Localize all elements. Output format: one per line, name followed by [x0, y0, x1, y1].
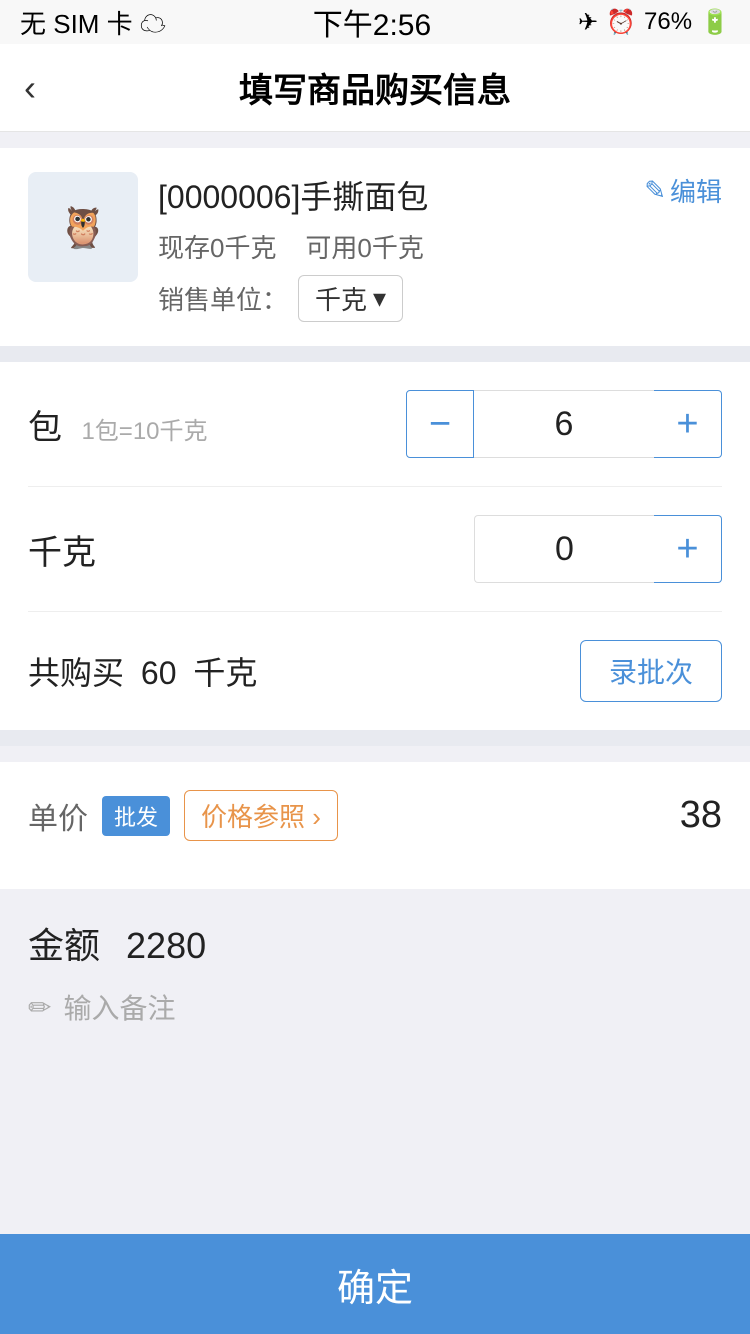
bao-minus-button[interactable]: −: [406, 390, 474, 458]
product-name: [0000006]手撕面包: [158, 172, 428, 218]
summary-text: 共购买 60 千克: [28, 648, 257, 694]
edit-icon: ✎: [644, 175, 666, 206]
quantity-section: 包 1包=10千克 − + 千克 +: [0, 362, 750, 612]
edit-button[interactable]: ✎ 编辑: [644, 172, 722, 209]
status-right: ✈ ⏰ 76% 🔋: [578, 8, 730, 37]
status-bar: 无 SIM 卡 ☁ 下午2:56 ✈ ⏰ 76% 🔋: [0, 0, 750, 44]
status-carrier: 无 SIM 卡 ☁: [20, 4, 166, 41]
chevron-down-icon: ▾: [373, 283, 386, 314]
batch-button[interactable]: 录批次: [580, 640, 722, 702]
summary-unit: 千克: [193, 655, 257, 691]
available-label: 可用0千克: [305, 233, 423, 263]
pencil-icon: ✏: [28, 991, 51, 1024]
summary-amount: 60: [141, 655, 177, 691]
summary-row: 共购买 60 千克 录批次: [0, 612, 750, 730]
bao-controls: − +: [406, 390, 722, 458]
empty-space: [0, 1055, 750, 1234]
section-divider-2: [0, 730, 750, 746]
unit-label: 销售单位：: [158, 280, 288, 317]
unit-value: 千克: [315, 280, 367, 317]
confirm-button[interactable]: 确定: [0, 1234, 750, 1334]
page-title: 填写商品购买信息: [239, 63, 511, 112]
product-id: [0000006]: [158, 179, 300, 215]
product-title: 手撕面包: [300, 179, 428, 215]
quantity-bao-row: 包 1包=10千克 − +: [28, 362, 722, 487]
back-button[interactable]: ‹: [24, 67, 36, 109]
owl-icon: 🦉: [58, 204, 108, 251]
amount-section: 金额 2280 ✏ 输入备注: [0, 889, 750, 1055]
product-thumbnail: 🦉: [28, 172, 138, 282]
price-section: 单价 批发 价格参照 › 38: [0, 762, 750, 889]
price-badge: 批发: [102, 796, 170, 836]
product-card: 🦉 [0000006]手撕面包 ✎ 编辑 现存0千克 可用0千克 销售单位： 千…: [0, 148, 750, 346]
battery-icon: 🔋: [700, 8, 730, 37]
bao-plus-button[interactable]: +: [654, 390, 722, 458]
product-info: [0000006]手撕面包 ✎ 编辑 现存0千克 可用0千克 销售单位： 千克 …: [158, 172, 722, 322]
section-divider-1: [0, 346, 750, 362]
amount-value: 2280: [126, 925, 206, 966]
status-time: 下午2:56: [313, 0, 431, 44]
kg-label: 千克: [28, 525, 474, 574]
price-ref-button[interactable]: 价格参照 ›: [184, 790, 338, 841]
amount-row: 金额 2280: [28, 917, 722, 969]
quantity-kg-row: 千克 +: [28, 487, 722, 612]
battery-text: 76%: [644, 8, 692, 36]
product-unit-row: 销售单位： 千克 ▾: [158, 275, 722, 322]
remark-placeholder: 输入备注: [63, 987, 175, 1027]
nav-bar: ‹ 填写商品购买信息: [0, 44, 750, 132]
kg-controls: +: [474, 515, 722, 583]
location-icon: ✈: [578, 8, 598, 37]
product-stock: 现存0千克 可用0千克: [158, 228, 722, 265]
bao-input[interactable]: [474, 390, 654, 458]
bao-hint: 1包=10千克: [81, 418, 207, 445]
kg-input[interactable]: [474, 515, 654, 583]
price-row: 单价 批发 价格参照 › 38: [28, 790, 722, 841]
remark-row[interactable]: ✏ 输入备注: [28, 987, 722, 1027]
price-label: 单价: [28, 794, 88, 838]
unit-selector[interactable]: 千克 ▾: [298, 275, 403, 322]
edit-label: 编辑: [670, 172, 722, 209]
alarm-icon: ⏰: [606, 8, 636, 37]
kg-plus-button[interactable]: +: [654, 515, 722, 583]
summary-prefix: 共购买: [28, 655, 124, 691]
bao-label: 包 1包=10千克: [28, 400, 406, 449]
amount-label: 金额: [28, 925, 100, 966]
stock-label: 现存0千克: [158, 233, 276, 263]
price-value: 38: [680, 794, 722, 837]
